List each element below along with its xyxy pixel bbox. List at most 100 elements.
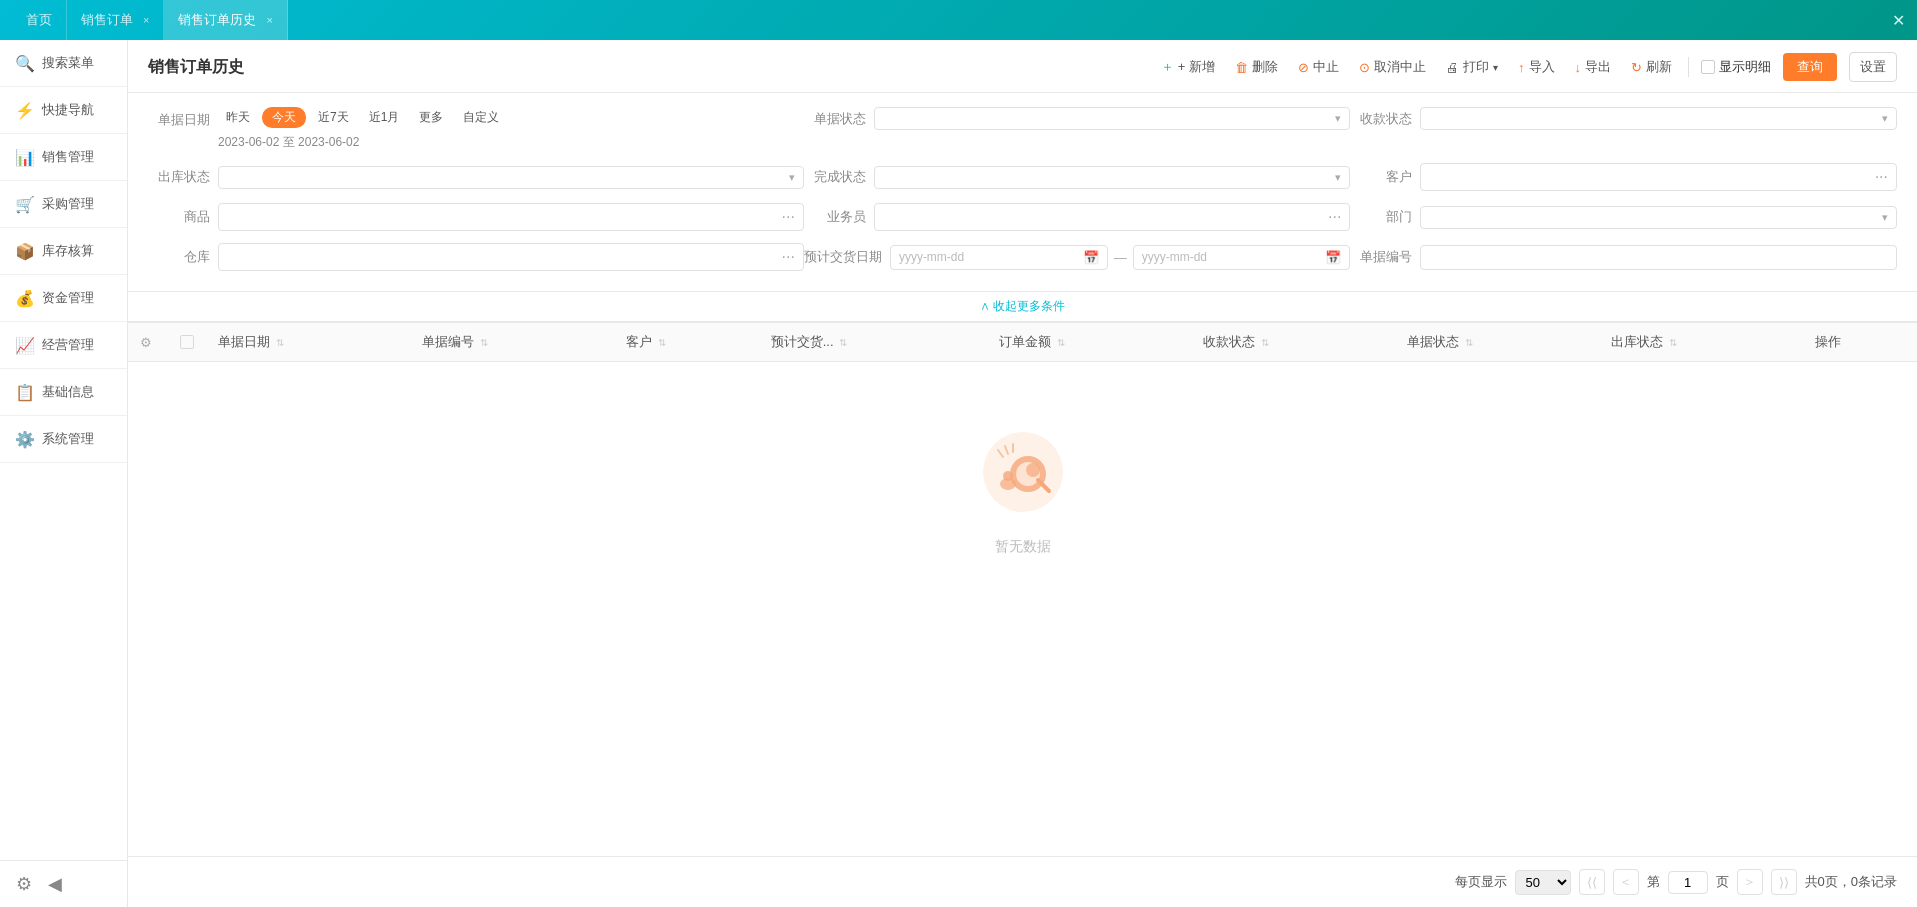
col-expected-date[interactable]: 预计交货... ⇅: [759, 323, 988, 362]
sidebar-item-finance-mgmt[interactable]: 💰 资金管理: [0, 275, 127, 322]
sidebar-item-ops-mgmt[interactable]: 📈 经营管理: [0, 322, 127, 369]
sidebar-settings-icon[interactable]: ⚙: [16, 873, 32, 895]
tab-sales-order[interactable]: 销售订单 ×: [67, 0, 164, 40]
col-receipt-status[interactable]: 收款状态 ⇅: [1191, 323, 1395, 362]
col-order-no[interactable]: 单据编号 ⇅: [410, 323, 614, 362]
date-tab-1month[interactable]: 近1月: [361, 107, 408, 128]
out-status-select[interactable]: ▾: [218, 166, 804, 189]
col-date-sort-icon[interactable]: ⇅: [276, 337, 284, 348]
sidebar-collapse-icon[interactable]: ◀: [48, 873, 62, 895]
col-amount-sort-icon[interactable]: ⇅: [1057, 337, 1065, 348]
sidebar-item-basic-info[interactable]: 📋 基础信息: [0, 369, 127, 416]
first-page-btn[interactable]: ⟨⟨: [1579, 869, 1605, 895]
col-checkbox[interactable]: [168, 323, 206, 362]
pagination: 每页显示 50 10 20 100 ⟨⟨ ＜ 第 页 ＞ ⟩⟩ 共0页，0条记录: [128, 856, 1917, 907]
date-tab-custom[interactable]: 自定义: [455, 107, 507, 128]
goods-dots-icon[interactable]: ···: [782, 208, 795, 226]
col-customer-sort-icon[interactable]: ⇅: [658, 337, 666, 348]
sidebar-item-sales-mgmt[interactable]: 📊 销售管理: [0, 134, 127, 181]
warehouse-input[interactable]: ···: [218, 243, 804, 271]
prev-page-btn[interactable]: ＜: [1613, 869, 1639, 895]
cancel-stop-button[interactable]: ⊙ 取消中止: [1355, 58, 1430, 76]
col-date-label: 单据日期: [218, 334, 270, 349]
calendar-end-icon[interactable]: 📅: [1325, 250, 1341, 265]
export-label: 导出: [1585, 58, 1611, 76]
date-tab-yesterday[interactable]: 昨天: [218, 107, 258, 128]
calendar-start-icon[interactable]: 📅: [1083, 250, 1099, 265]
col-order-no-sort-icon[interactable]: ⇅: [480, 337, 488, 348]
search-menu-icon: 🔍: [16, 54, 34, 72]
tab-sales-order-history-close[interactable]: ×: [266, 14, 272, 26]
next-page-btn[interactable]: ＞: [1737, 869, 1763, 895]
filter-goods-group: 商品 ···: [148, 203, 804, 231]
sidebar-item-sys-mgmt[interactable]: ⚙️ 系统管理: [0, 416, 127, 463]
col-date[interactable]: 单据日期 ⇅: [206, 323, 410, 362]
order-no-input[interactable]: [1420, 245, 1897, 270]
salesperson-input[interactable]: ···: [874, 203, 1351, 231]
sidebar-item-search-menu[interactable]: 🔍 搜索菜单: [0, 40, 127, 87]
customer-input[interactable]: ···: [1420, 163, 1897, 191]
delete-button[interactable]: 🗑 删除: [1231, 58, 1282, 76]
col-order-status-label: 单据状态: [1407, 334, 1459, 349]
table-settings-icon[interactable]: ⚙: [140, 335, 152, 350]
order-status-select[interactable]: ▾: [874, 107, 1351, 130]
filter-receipt-status-group: 收款状态 ▾: [1350, 107, 1897, 130]
sidebar-item-inventory-calc[interactable]: 📦 库存核算: [0, 228, 127, 275]
tab-sales-order-close[interactable]: ×: [143, 14, 149, 26]
warehouse-dots-icon[interactable]: ···: [782, 248, 795, 266]
date-range-separator: —: [1114, 250, 1127, 265]
sidebar-item-quick-nav[interactable]: ⚡ 快捷导航: [0, 87, 127, 134]
query-button[interactable]: 查询: [1783, 53, 1837, 81]
sidebar-item-search-menu-label: 搜索菜单: [42, 54, 94, 72]
date-tab-7days[interactable]: 近7天: [310, 107, 357, 128]
col-expected-date-sort-icon[interactable]: ⇅: [839, 337, 847, 348]
col-order-status[interactable]: 单据状态 ⇅: [1395, 323, 1599, 362]
display-detail-toggle[interactable]: 显示明细: [1701, 58, 1771, 76]
select-all-checkbox[interactable]: [180, 335, 194, 349]
tab-home[interactable]: 首页: [12, 0, 67, 40]
salesperson-dots-icon[interactable]: ···: [1328, 208, 1341, 226]
filter-complete-status-group: 完成状态 ▾: [804, 166, 1351, 189]
per-page-select[interactable]: 50 10 20 100: [1515, 870, 1571, 895]
goods-input[interactable]: ···: [218, 203, 804, 231]
customer-dots-icon[interactable]: ···: [1875, 168, 1888, 186]
dept-select[interactable]: ▾: [1420, 206, 1897, 229]
tab-sales-order-history[interactable]: 销售订单历史 ×: [164, 0, 287, 40]
stop-button[interactable]: ⊘ 中止: [1294, 58, 1343, 76]
col-customer[interactable]: 客户 ⇅: [614, 323, 759, 362]
settings-button[interactable]: 设置: [1849, 52, 1897, 82]
sidebar-item-inventory-calc-label: 库存核算: [42, 242, 94, 260]
complete-status-select[interactable]: ▾: [874, 166, 1351, 189]
col-order-status-sort-icon[interactable]: ⇅: [1465, 337, 1473, 348]
col-out-status-sort-icon[interactable]: ⇅: [1669, 337, 1677, 348]
col-order-no-label: 单据编号: [422, 334, 474, 349]
col-amount[interactable]: 订单金额 ⇅: [987, 323, 1191, 362]
import-button[interactable]: ↑ 导入: [1514, 58, 1559, 76]
export-button[interactable]: ↓ 导出: [1571, 58, 1616, 76]
last-page-btn[interactable]: ⟩⟩: [1771, 869, 1797, 895]
expected-date-start[interactable]: yyyy-mm-dd 📅: [890, 245, 1108, 270]
total-text: 共0页，0条记录: [1805, 873, 1897, 891]
empty-state: 暂无数据: [128, 362, 1917, 616]
delete-label: 删除: [1252, 58, 1278, 76]
receipt-status-select[interactable]: ▾: [1420, 107, 1897, 130]
print-button[interactable]: 🖨 打印 ▾: [1442, 58, 1502, 76]
col-receipt-status-sort-icon[interactable]: ⇅: [1261, 337, 1269, 348]
print-arrow-icon: ▾: [1493, 62, 1498, 73]
filter-customer-group: 客户 ···: [1350, 163, 1897, 191]
expected-date-end[interactable]: yyyy-mm-dd 📅: [1133, 245, 1351, 270]
filter-row-1: 单据日期 昨天 今天 近7天 近1月 更多 自定义 2023-06-02 至 2…: [148, 107, 1897, 151]
display-detail-checkbox[interactable]: [1701, 60, 1715, 74]
sidebar-item-purchase-mgmt[interactable]: 🛒 采购管理: [0, 181, 127, 228]
page-number-input[interactable]: [1668, 871, 1708, 894]
window-close-icon[interactable]: ✕: [1892, 11, 1905, 30]
sys-mgmt-icon: ⚙️: [16, 430, 34, 448]
top-bar: 首页 销售订单 × 销售订单历史 × ✕: [0, 0, 1917, 40]
collapse-bar[interactable]: ∧ 收起更多条件: [128, 292, 1917, 322]
new-button[interactable]: ＋ + 新增: [1157, 58, 1219, 76]
col-out-status[interactable]: 出库状态 ⇅: [1599, 323, 1803, 362]
date-tab-more[interactable]: 更多: [411, 107, 451, 128]
date-tab-today[interactable]: 今天: [262, 107, 306, 128]
col-settings[interactable]: ⚙: [128, 323, 168, 362]
refresh-button[interactable]: ↻ 刷新: [1627, 58, 1676, 76]
